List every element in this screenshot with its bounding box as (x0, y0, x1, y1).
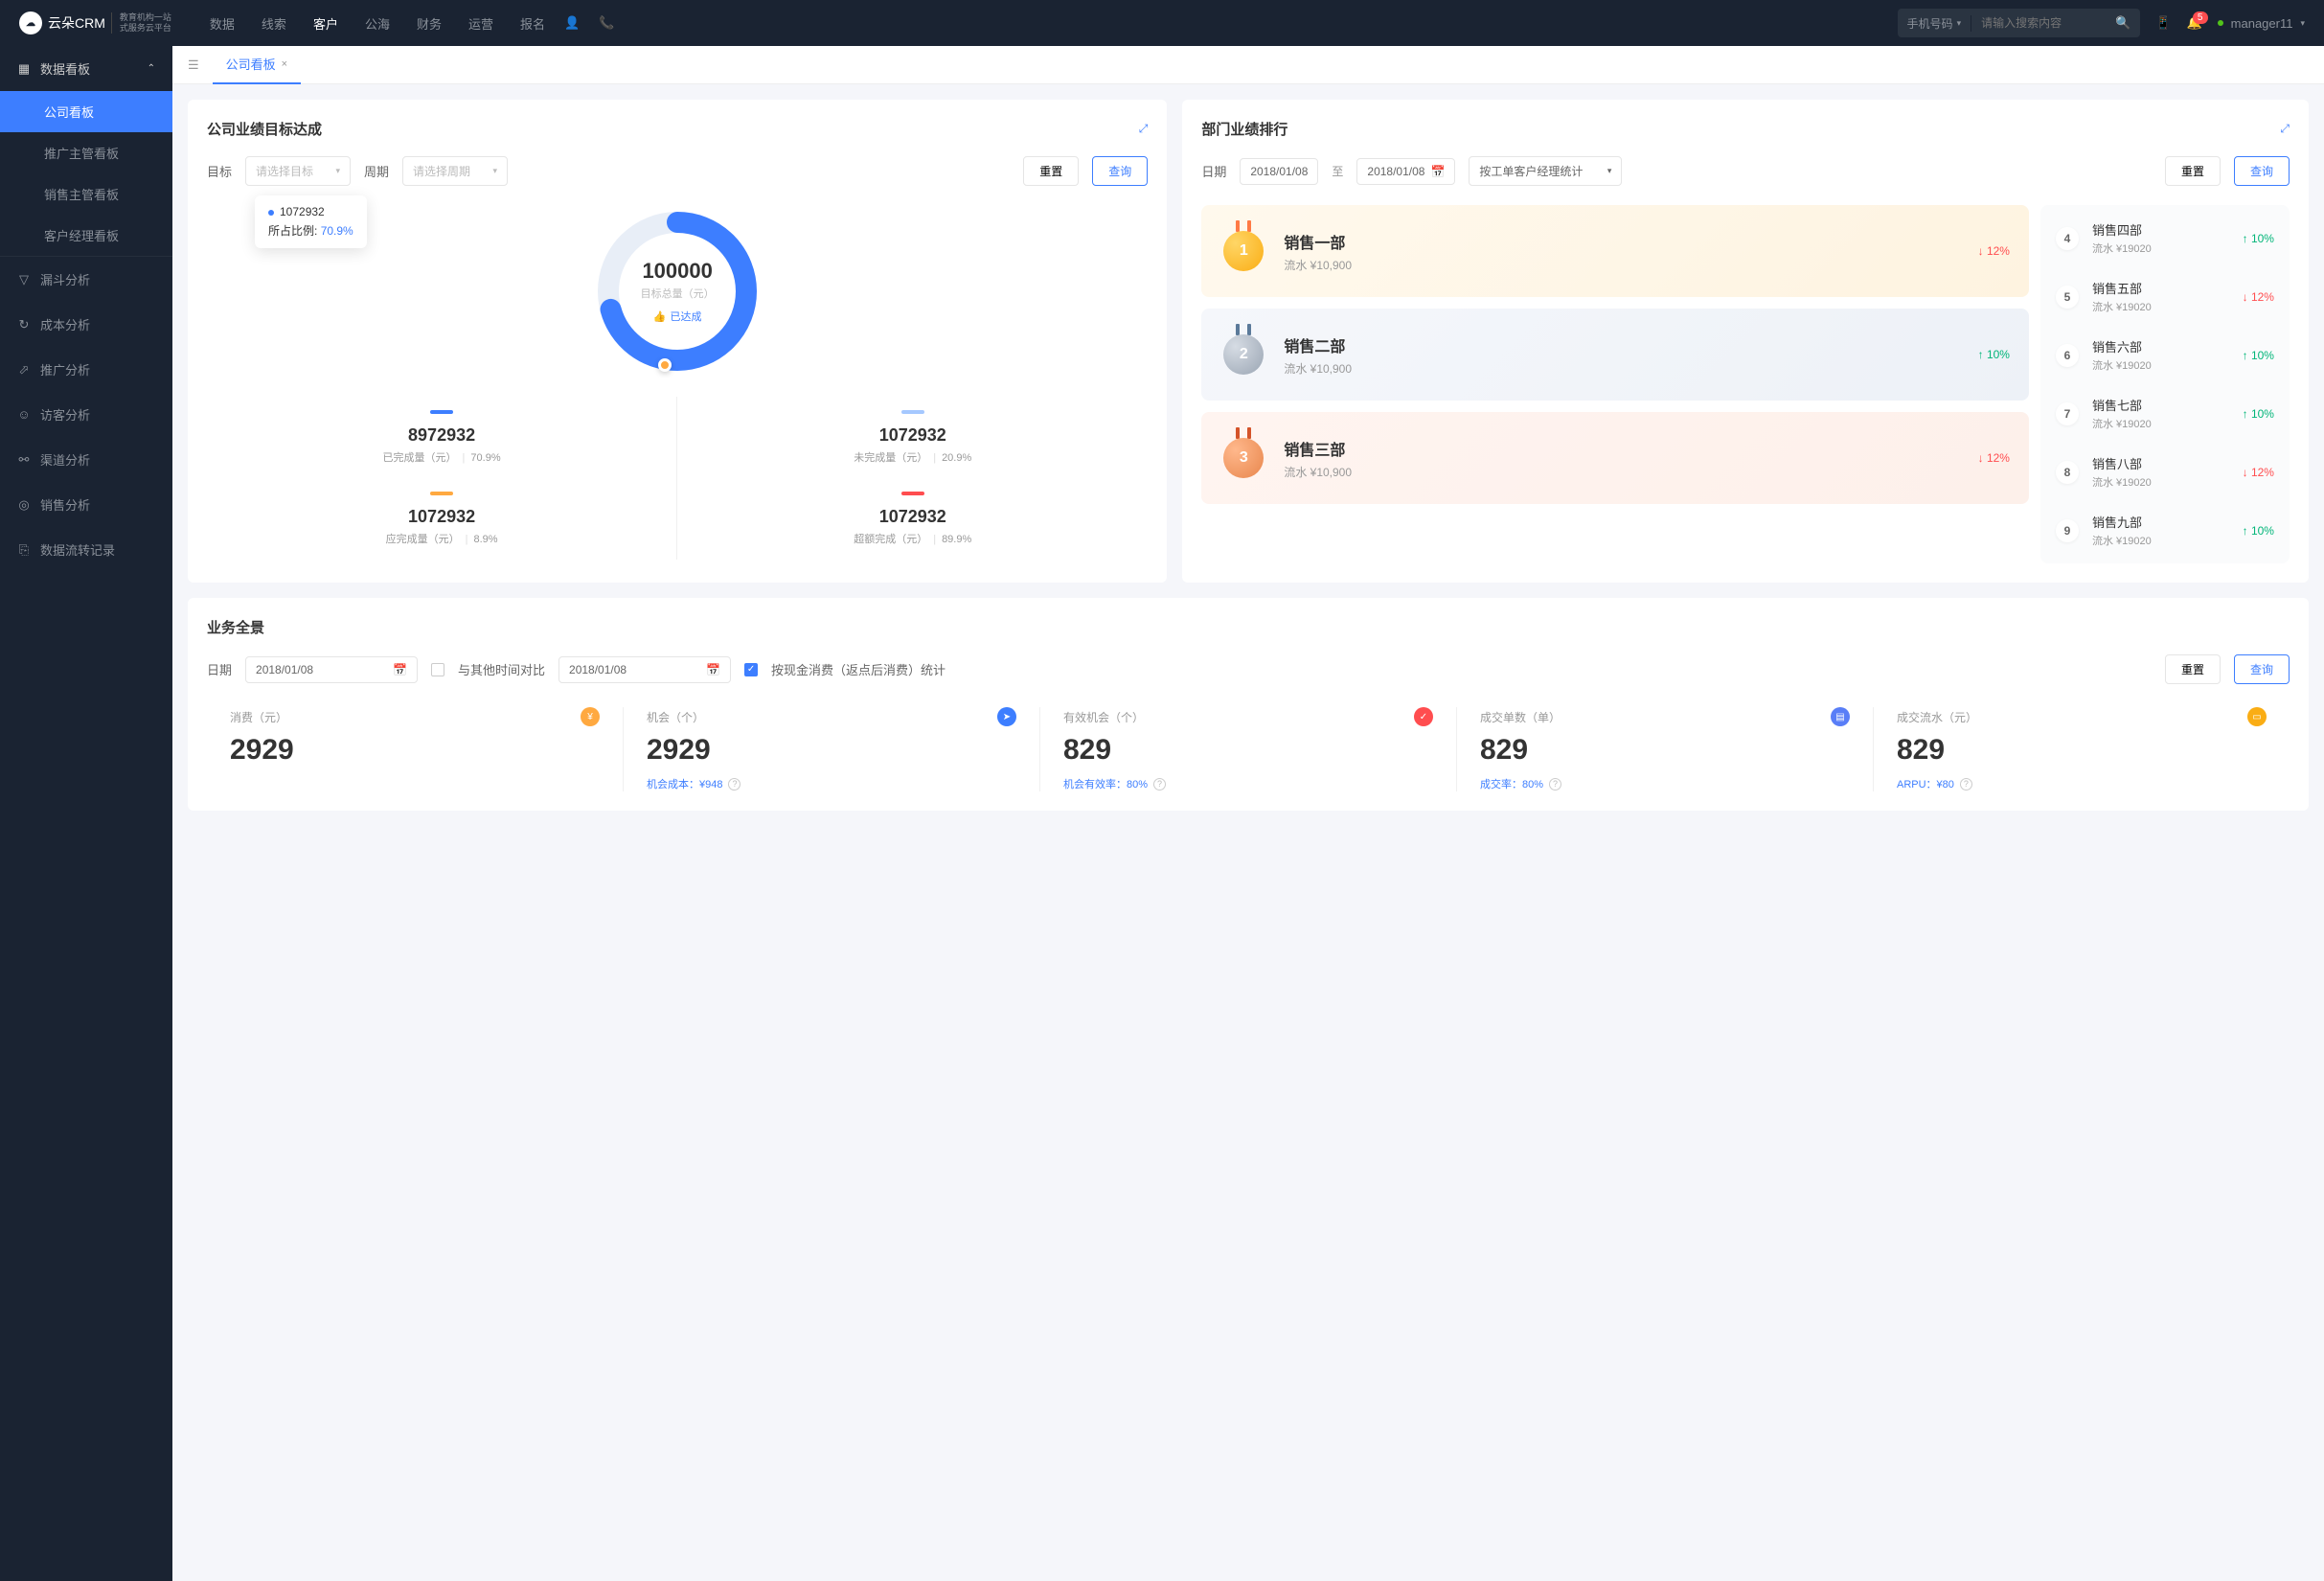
query-button[interactable]: 查询 (1092, 156, 1148, 186)
rank-row[interactable]: 9销售九部流水 ¥19020↑ 10% (2040, 501, 2290, 560)
sidebar-sub-0[interactable]: 公司看板 (0, 91, 172, 132)
nav-item-6[interactable]: 报名 (520, 14, 545, 33)
metric-cell: 1072932未完成量（元）|20.9% (677, 397, 1148, 478)
phone-icon[interactable]: 📞 (599, 15, 614, 31)
date-input[interactable]: 2018/01/08📅 (245, 656, 418, 683)
dept-ranking-card: 部门业绩排行 ⤢ 日期 2018/01/08 至 2018/01/08📅 按工单… (1182, 100, 2309, 583)
business-overview-card: 业务全景 日期 2018/01/08📅 与其他时间对比 2018/01/08📅 … (188, 598, 2309, 811)
sidebar-item-4[interactable]: ⚯渠道分析 (0, 437, 172, 482)
sidebar-group-dashboard[interactable]: ▦ 数据看板 ⌃ (0, 46, 172, 91)
reset-button[interactable]: 重置 (2165, 654, 2221, 684)
metric-cell: 1072932超额完成（元）|89.9% (677, 478, 1148, 560)
nav-item-1[interactable]: 线索 (262, 14, 286, 33)
sidebar-item-6[interactable]: ⎘数据流转记录 (0, 527, 172, 572)
rank-row[interactable]: 8销售八部流水 ¥19020↓ 12% (2040, 443, 2290, 501)
stat-by-select[interactable]: 按工单客户经理统计▾ (1469, 156, 1622, 186)
compare-date-input[interactable]: 2018/01/08📅 (558, 656, 731, 683)
sidebar-item-5[interactable]: ◎销售分析 (0, 482, 172, 527)
chart-tooltip: 1072932 所占比例: 70.9% (255, 195, 367, 248)
help-icon[interactable]: ? (1960, 778, 1972, 790)
query-button[interactable]: 查询 (2234, 654, 2290, 684)
sidebar-item-3[interactable]: ☺访客分析 (0, 392, 172, 437)
logo[interactable]: ☁ 云朵CRM 教育机构一站式服务云平台 (19, 11, 171, 34)
sidebar-item-1[interactable]: ↻成本分析 (0, 302, 172, 347)
donut-chart: 100000 目标总量（元） 👍已达成 (591, 205, 763, 378)
target-select[interactable]: 请选择目标▾ (245, 156, 351, 186)
calendar-icon: 📅 (706, 663, 720, 676)
thumbs-up-icon: 👍 (653, 310, 667, 323)
stat-cell: 有效机会（个）✓829机会有效率：80% ? (1040, 707, 1457, 791)
rank-row[interactable]: 4销售四部流水 ¥19020↑ 10% (2040, 209, 2290, 267)
search-type-select[interactable]: 手机号码 ▾ (1898, 15, 1972, 32)
search-button[interactable]: 🔍 (2106, 15, 2140, 31)
help-icon[interactable]: ? (1153, 778, 1166, 790)
tab-company-dashboard[interactable]: 公司看板 × (213, 46, 301, 84)
stat-cell: 机会（个）➤2929机会成本：¥948 ? (624, 707, 1040, 791)
reset-button[interactable]: 重置 (2165, 156, 2221, 186)
rank-row[interactable]: 6销售六部流水 ¥19020↑ 10% (2040, 326, 2290, 384)
stat-icon: ▤ (1831, 707, 1850, 726)
calendar-icon: 📅 (393, 663, 407, 676)
card-title: 公司业绩目标达成 (207, 119, 322, 139)
sidebar: ▦ 数据看板 ⌃ 公司看板推广主管看板销售主管看板客户经理看板 ▽漏斗分析↻成本… (0, 0, 172, 1581)
search-input[interactable] (1971, 16, 2106, 30)
rank-podium-item[interactable]: 3销售三部流水 ¥10,900↓ 12% (1201, 412, 2029, 504)
user-menu[interactable]: manager11 ▾ (2218, 16, 2305, 31)
nav-item-4[interactable]: 财务 (417, 14, 442, 33)
sidebar-sub-2[interactable]: 销售主管看板 (0, 173, 172, 215)
dashboard-icon: ▦ (17, 61, 31, 77)
stat-icon: ✓ (1414, 707, 1433, 726)
stat-icon: ▭ (2247, 707, 2267, 726)
help-icon[interactable]: ? (1549, 778, 1561, 790)
expand-icon[interactable]: ⤢ (2280, 122, 2290, 136)
date-from-input[interactable]: 2018/01/08 (1240, 158, 1318, 185)
user-icon[interactable]: 👤 (564, 15, 580, 31)
metric-cell: 8972932已完成量（元）|70.9% (207, 397, 677, 478)
top-nav: ☁ 云朵CRM 教育机构一站式服务云平台 数据线索客户公海财务运营报名 👤 📞 … (0, 0, 2324, 46)
tab-bar: ☰ 公司看板 × (172, 46, 2324, 84)
help-icon[interactable]: ? (728, 778, 740, 790)
rank-podium-item[interactable]: 2销售二部流水 ¥10,900↑ 10% (1201, 309, 2029, 401)
sidebar-sub-3[interactable]: 客户经理看板 (0, 215, 172, 256)
stat-cell: 成交单数（单）▤829成交率：80% ? (1457, 707, 1874, 791)
close-icon[interactable]: × (282, 58, 287, 70)
calendar-icon: 📅 (1430, 165, 1445, 178)
compare-checkbox[interactable] (431, 663, 444, 676)
sidebar-item-0[interactable]: ▽漏斗分析 (0, 257, 172, 302)
reset-button[interactable]: 重置 (1023, 156, 1079, 186)
date-to-input[interactable]: 2018/01/08📅 (1356, 158, 1455, 185)
mobile-icon[interactable]: 📱 (2155, 15, 2171, 31)
status-dot (2218, 20, 2223, 26)
expand-icon[interactable]: ⤢ (1139, 122, 1149, 136)
stat-cell: 成交流水（元）▭829ARPU：¥80 ? (1874, 707, 2290, 791)
metric-cell: 1072932应完成量（元）|8.9% (207, 478, 677, 560)
cash-checkbox[interactable]: ✓ (744, 663, 758, 676)
nav-item-3[interactable]: 公海 (365, 14, 390, 33)
stat-icon: ➤ (997, 707, 1016, 726)
rank-row[interactable]: 5销售五部流水 ¥19020↓ 12% (2040, 267, 2290, 326)
query-button[interactable]: 查询 (2234, 156, 2290, 186)
chevron-down-icon: ▾ (2300, 18, 2305, 29)
rank-podium-item[interactable]: 1销售一部流水 ¥10,900↓ 12% (1201, 205, 2029, 297)
target-achievement-card: 公司业绩目标达成 ⤢ 目标 请选择目标▾ 周期 请选择周期▾ 重置 查询 107… (188, 100, 1167, 583)
notifications-button[interactable]: 🔔 5 (2186, 15, 2201, 31)
hamburger-icon[interactable]: ☰ (188, 57, 199, 73)
cloud-icon: ☁ (19, 11, 42, 34)
sidebar-item-2[interactable]: ⬀推广分析 (0, 347, 172, 392)
nav-item-2[interactable]: 客户 (313, 14, 338, 33)
chevron-up-icon: ⌃ (148, 63, 155, 74)
nav-item-0[interactable]: 数据 (210, 14, 235, 33)
achieved-badge: 👍已达成 (653, 309, 702, 324)
period-select[interactable]: 请选择周期▾ (402, 156, 508, 186)
rank-row[interactable]: 7销售七部流水 ¥19020↑ 10% (2040, 384, 2290, 443)
search-group: 手机号码 ▾ 🔍 (1898, 9, 2141, 37)
stat-icon: ¥ (581, 707, 600, 726)
stat-cell: 消费（元）¥2929 (207, 707, 624, 791)
nav-item-5[interactable]: 运营 (468, 14, 493, 33)
sidebar-sub-1[interactable]: 推广主管看板 (0, 132, 172, 173)
